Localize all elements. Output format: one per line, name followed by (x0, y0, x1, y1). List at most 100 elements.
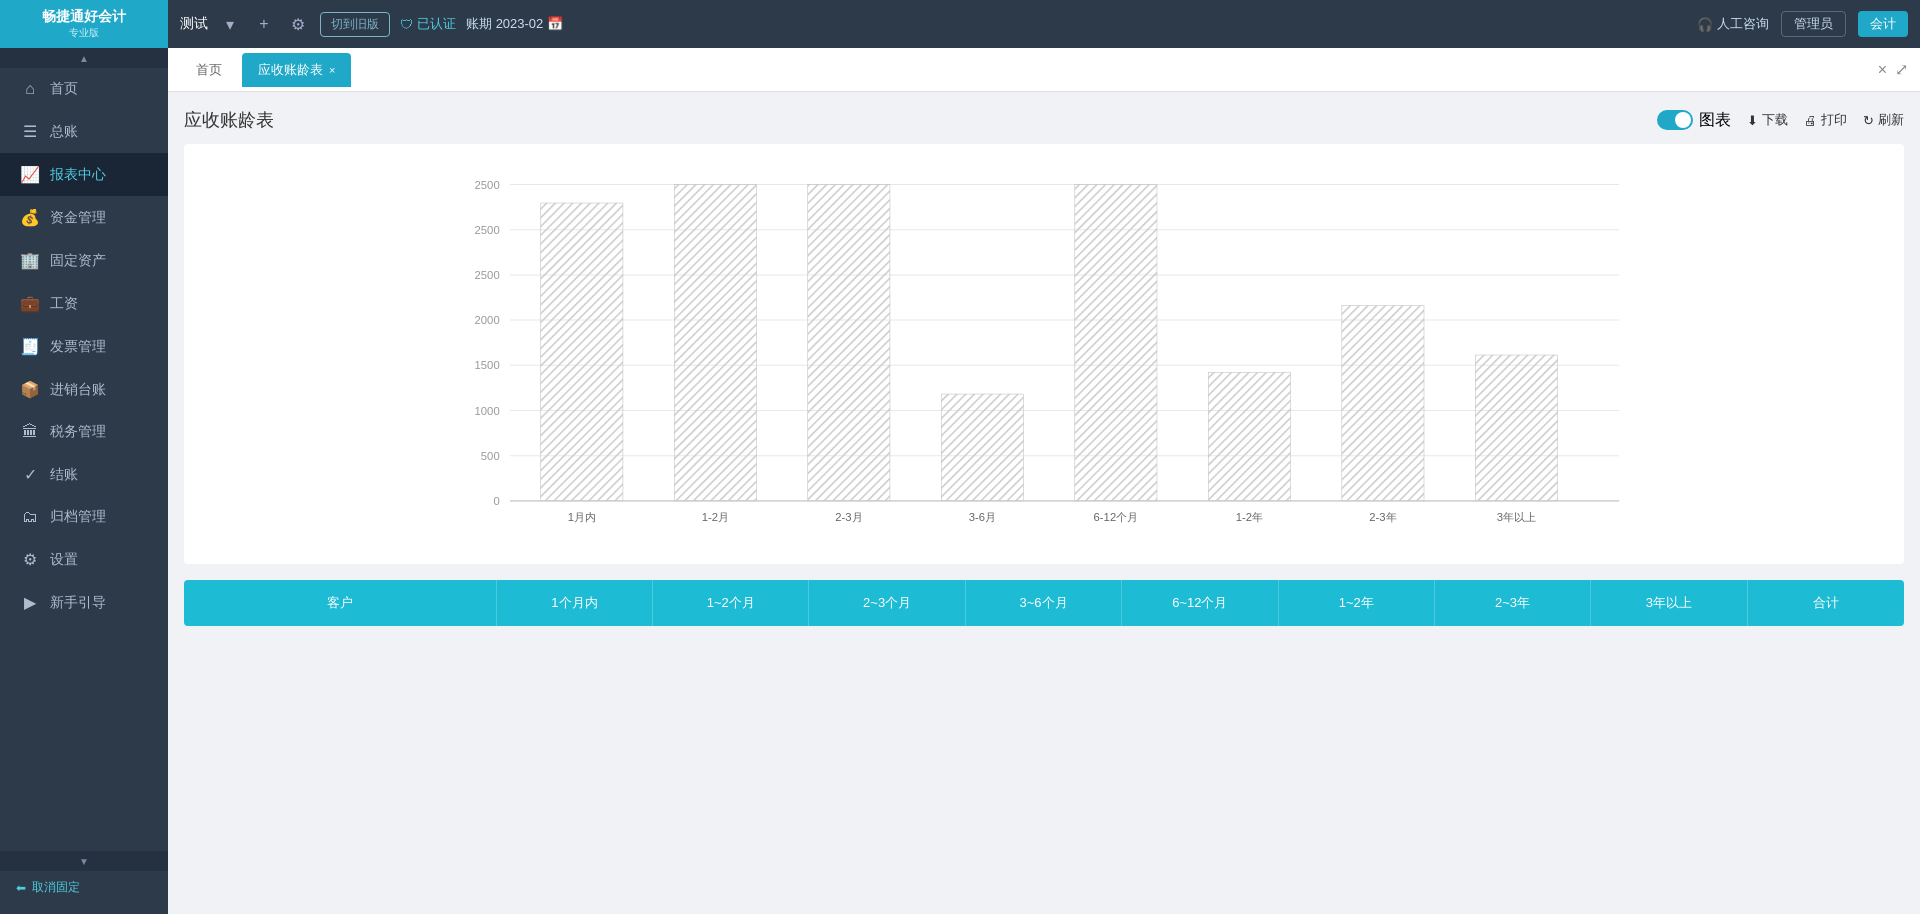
bar-1-2年 (1208, 372, 1290, 500)
sidebar-item-newbie[interactable]: ▶ 新手引导 (0, 581, 168, 624)
download-icon: ⬇ (1747, 113, 1758, 128)
tab-home[interactable]: 首页 (180, 53, 238, 87)
print-icon: 🖨 (1804, 113, 1817, 128)
chart-toggle-group: 图表 (1657, 110, 1731, 131)
certified-label: 已认证 (417, 15, 456, 33)
bar-chart-container: 2500 2500 2500 2000 1500 1000 500 0 (184, 144, 1904, 564)
sidebar-label-fixed: 固定资产 (50, 252, 106, 270)
sidebar-item-settle[interactable]: ✓ 结账 (0, 453, 168, 496)
svg-text:1-2年: 1-2年 (1236, 511, 1263, 523)
invoice-icon: 🧾 (20, 337, 40, 356)
tab-bar: 首页 应收账龄表 × × ⤢ (168, 48, 1920, 92)
play-icon: ▶ (20, 593, 40, 612)
sidebar-item-report[interactable]: 📈 报表中心 (0, 153, 168, 196)
sidebar: ▲ ⌂ 首页 ☰ 总账 📈 报表中心 💰 资金管理 🏢 固定资产 💼 工资 🧾 … (0, 48, 168, 914)
refresh-button[interactable]: ↻ 刷新 (1863, 111, 1904, 129)
tab-ar-aging[interactable]: 应收账龄表 × (242, 53, 351, 87)
report-icon: 📈 (20, 165, 40, 184)
chart-toggle-switch[interactable] (1657, 110, 1693, 130)
sidebar-scroll-up[interactable]: ▲ (0, 48, 168, 68)
svg-text:2500: 2500 (475, 224, 500, 236)
bar-2-3月 (808, 185, 890, 501)
sidebar-item-fund[interactable]: 💰 资金管理 (0, 196, 168, 239)
table-header-1m: 1个月内 (497, 580, 653, 626)
company-name: 测试 (180, 15, 208, 33)
header-right: 🎧 人工咨询 管理员 会计 (1697, 11, 1908, 37)
logo-sub: 专业版 (69, 26, 99, 40)
table-header-customer: 客户 (184, 580, 497, 626)
chart-toggle-label: 图表 (1699, 110, 1731, 131)
bar-1-2月 (674, 185, 756, 501)
building-icon: 🏢 (20, 251, 40, 270)
bar-2-3年 (1342, 306, 1424, 501)
sidebar-label-invoice: 发票管理 (50, 338, 106, 356)
home-icon: ⌂ (20, 80, 40, 98)
calendar-icon[interactable]: 📅 (547, 16, 563, 31)
sidebar-bottom: ▼ ⬅ 取消固定 (0, 841, 168, 914)
close-window-button[interactable]: × (1878, 61, 1887, 79)
add-icon[interactable]: + (252, 12, 276, 36)
gear-icon[interactable]: ⚙ (286, 12, 310, 36)
cancel-fixed-button[interactable]: ⬅ 取消固定 (0, 871, 168, 904)
main-layout: ▲ ⌂ 首页 ☰ 总账 📈 报表中心 💰 资金管理 🏢 固定资产 💼 工资 🧾 … (0, 48, 1920, 914)
sidebar-label-stock: 进销台账 (50, 381, 106, 399)
svg-text:1000: 1000 (475, 405, 500, 417)
ledger-icon: ☰ (20, 122, 40, 141)
sidebar-item-salary[interactable]: 💼 工资 (0, 282, 168, 325)
bar-6-12月 (1075, 185, 1157, 501)
download-button[interactable]: ⬇ 下载 (1747, 111, 1788, 129)
report-actions: 图表 ⬇ 下载 🖨 打印 ↻ 刷新 (1657, 110, 1904, 131)
table-header-6-12m: 6~12个月 (1122, 580, 1278, 626)
tab-close-icon[interactable]: × (329, 64, 335, 76)
sidebar-item-home[interactable]: ⌂ 首页 (0, 68, 168, 110)
svg-text:0: 0 (493, 495, 499, 507)
sidebar-label-archive: 归档管理 (50, 508, 106, 526)
archive-icon: 🗂 (20, 508, 40, 526)
svg-text:2500: 2500 (475, 269, 500, 281)
chevron-down-icon[interactable]: ▾ (218, 12, 242, 36)
certified-badge: 🛡 已认证 (400, 15, 456, 33)
svg-text:2-3月: 2-3月 (835, 511, 862, 523)
sidebar-label-settle: 结账 (50, 466, 78, 484)
report-title: 应收账龄表 (184, 108, 274, 132)
print-button[interactable]: 🖨 打印 (1804, 111, 1847, 129)
sidebar-label-home: 首页 (50, 80, 78, 98)
sidebar-label-setting: 设置 (50, 551, 78, 569)
sidebar-item-ledger[interactable]: ☰ 总账 (0, 110, 168, 153)
sidebar-item-invoice[interactable]: 🧾 发票管理 (0, 325, 168, 368)
sidebar-label-newbie: 新手引导 (50, 594, 106, 612)
sidebar-label-report: 报表中心 (50, 166, 106, 184)
sidebar-item-archive[interactable]: 🗂 归档管理 (0, 496, 168, 538)
header-center: 测试 ▾ + ⚙ 切到旧版 🛡 已认证 账期 2023-02 📅 (180, 12, 1685, 37)
manager-button[interactable]: 管理员 (1781, 11, 1846, 37)
sidebar-item-fixed-asset[interactable]: 🏢 固定资产 (0, 239, 168, 282)
sidebar-scroll-down[interactable]: ▼ (0, 851, 168, 871)
consult-button[interactable]: 🎧 人工咨询 (1697, 15, 1769, 33)
salary-icon: 💼 (20, 294, 40, 313)
unpin-icon: ⬅ (16, 881, 26, 895)
logo-area: 畅捷通好会计 专业版 (0, 0, 168, 48)
tab-actions: × ⤢ (1878, 60, 1908, 79)
bar-3年以上 (1475, 355, 1557, 501)
logo-title: 畅捷通好会计 (42, 8, 126, 26)
old-version-button[interactable]: 切到旧版 (320, 12, 390, 37)
role-button[interactable]: 会计 (1858, 11, 1908, 37)
table-header-2-3m: 2~3个月 (809, 580, 965, 626)
sidebar-item-stock[interactable]: 📦 进销台账 (0, 368, 168, 411)
svg-text:3年以上: 3年以上 (1497, 511, 1536, 523)
table-header-total: 合计 (1748, 580, 1904, 626)
period-info: 账期 2023-02 📅 (466, 15, 563, 33)
setting-icon: ⚙ (20, 550, 40, 569)
table-header-3-6m: 3~6个月 (966, 580, 1122, 626)
bar-1月内 (541, 203, 623, 501)
svg-text:2000: 2000 (475, 314, 500, 326)
bar-3-6月 (941, 394, 1023, 501)
svg-text:3-6月: 3-6月 (969, 511, 996, 523)
tax-icon: 🏛 (20, 423, 40, 441)
expand-window-button[interactable]: ⤢ (1895, 60, 1908, 79)
svg-text:6-12个月: 6-12个月 (1094, 511, 1139, 523)
sidebar-item-tax[interactable]: 🏛 税务管理 (0, 411, 168, 453)
top-header: 畅捷通好会计 专业版 测试 ▾ + ⚙ 切到旧版 🛡 已认证 账期 2023-0… (0, 0, 1920, 48)
sidebar-label-fund: 资金管理 (50, 209, 106, 227)
sidebar-item-setting[interactable]: ⚙ 设置 (0, 538, 168, 581)
